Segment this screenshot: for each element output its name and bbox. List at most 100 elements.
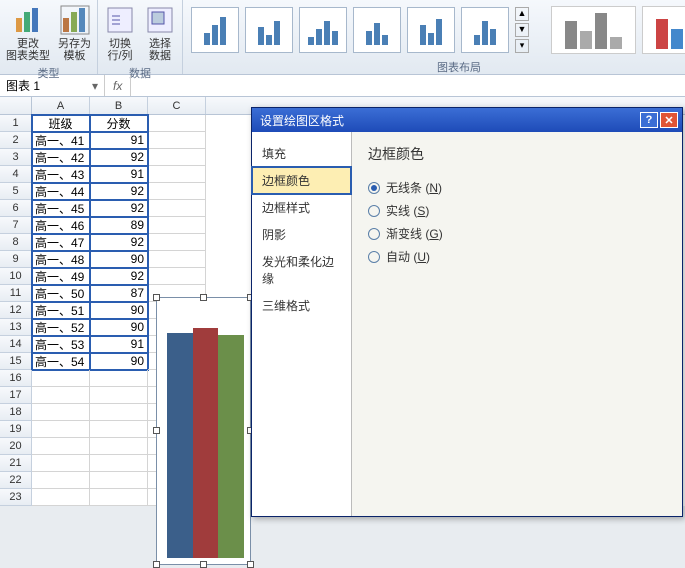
chart-style-preview[interactable] [642, 6, 685, 54]
select-all-corner[interactable] [0, 97, 32, 115]
dialog-nav-item[interactable]: 三维格式 [252, 292, 351, 319]
cell[interactable]: 90 [90, 251, 148, 268]
cell[interactable]: 高一、50 [32, 285, 90, 302]
row-header[interactable]: 9 [0, 251, 32, 268]
dialog-nav-item[interactable]: 阴影 [252, 221, 351, 248]
cell[interactable] [90, 455, 148, 472]
cell[interactable]: 91 [90, 336, 148, 353]
cell[interactable] [148, 115, 206, 132]
row-header[interactable]: 12 [0, 302, 32, 319]
gallery-scroll-down[interactable]: ▼ [515, 23, 529, 37]
layout-option[interactable] [461, 7, 509, 53]
cell[interactable]: 高一、48 [32, 251, 90, 268]
name-box[interactable]: 图表 1 ▾ [0, 75, 105, 96]
cell[interactable]: 高一、54 [32, 353, 90, 370]
save-as-template-button[interactable]: 另存为 模板 [56, 2, 93, 64]
cell[interactable] [32, 387, 90, 404]
cell[interactable]: 87 [90, 285, 148, 302]
row-header[interactable]: 7 [0, 217, 32, 234]
cell[interactable]: 分数 [90, 115, 148, 132]
radio-option[interactable]: 自动 (U) [368, 245, 666, 268]
layout-option[interactable] [299, 7, 347, 53]
cell[interactable]: 90 [90, 319, 148, 336]
cell[interactable] [32, 489, 90, 506]
change-chart-type-button[interactable]: 更改 图表类型 [4, 2, 52, 64]
dialog-nav-item[interactable]: 发光和柔化边缘 [252, 248, 351, 292]
dialog-nav-item[interactable]: 边框样式 [252, 194, 351, 221]
cell[interactable]: 90 [90, 302, 148, 319]
cell[interactable] [32, 421, 90, 438]
cell[interactable]: 高一、46 [32, 217, 90, 234]
cell[interactable]: 高一、52 [32, 319, 90, 336]
radio-option[interactable]: 实线 (S) [368, 199, 666, 222]
cell[interactable]: 92 [90, 183, 148, 200]
select-data-button[interactable]: 选择数据 [142, 2, 178, 64]
cell[interactable] [148, 200, 206, 217]
cell[interactable] [32, 404, 90, 421]
row-header[interactable]: 17 [0, 387, 32, 404]
row-header[interactable]: 20 [0, 438, 32, 455]
cell[interactable] [148, 132, 206, 149]
chart-style-preview[interactable] [551, 6, 636, 54]
column-header[interactable]: A [32, 97, 90, 114]
cell[interactable] [148, 217, 206, 234]
cell[interactable] [90, 438, 148, 455]
row-header[interactable]: 11 [0, 285, 32, 302]
cell[interactable]: 高一、44 [32, 183, 90, 200]
close-button[interactable]: ✕ [660, 112, 678, 128]
dropdown-icon[interactable]: ▾ [92, 79, 98, 93]
cell[interactable]: 91 [90, 166, 148, 183]
dialog-nav-item[interactable]: 填充 [252, 140, 351, 167]
cell[interactable]: 92 [90, 200, 148, 217]
row-header[interactable]: 8 [0, 234, 32, 251]
cell[interactable]: 91 [90, 132, 148, 149]
cell[interactable] [32, 438, 90, 455]
switch-row-col-button[interactable]: 切换行/列 [102, 2, 138, 64]
row-header[interactable]: 13 [0, 319, 32, 336]
cell[interactable] [90, 387, 148, 404]
cell[interactable]: 高一、51 [32, 302, 90, 319]
cell[interactable]: 高一、47 [32, 234, 90, 251]
layout-option[interactable] [245, 7, 293, 53]
radio-option[interactable]: 无线条 (N) [368, 176, 666, 199]
cell[interactable] [90, 472, 148, 489]
cell[interactable]: 高一、43 [32, 166, 90, 183]
row-header[interactable]: 16 [0, 370, 32, 387]
cell[interactable]: 高一、45 [32, 200, 90, 217]
fx-label[interactable]: fx [105, 75, 131, 96]
row-header[interactable]: 14 [0, 336, 32, 353]
cell[interactable] [90, 404, 148, 421]
layout-option[interactable] [407, 7, 455, 53]
row-header[interactable]: 3 [0, 149, 32, 166]
row-header[interactable]: 22 [0, 472, 32, 489]
cell[interactable] [148, 149, 206, 166]
cell[interactable] [148, 234, 206, 251]
cell[interactable]: 高一、49 [32, 268, 90, 285]
cell[interactable] [90, 421, 148, 438]
cell[interactable]: 高一、42 [32, 149, 90, 166]
cell[interactable] [148, 166, 206, 183]
radio-option[interactable]: 渐变线 (G) [368, 222, 666, 245]
row-header[interactable]: 5 [0, 183, 32, 200]
row-header[interactable]: 10 [0, 268, 32, 285]
row-header[interactable]: 23 [0, 489, 32, 506]
cell[interactable] [32, 472, 90, 489]
cell[interactable] [32, 455, 90, 472]
row-header[interactable]: 2 [0, 132, 32, 149]
column-header[interactable]: B [90, 97, 148, 114]
row-header[interactable]: 19 [0, 421, 32, 438]
dialog-titlebar[interactable]: 设置绘图区格式 ? ✕ [252, 108, 682, 132]
row-header[interactable]: 1 [0, 115, 32, 132]
row-header[interactable]: 18 [0, 404, 32, 421]
cell[interactable]: 89 [90, 217, 148, 234]
cell[interactable] [90, 370, 148, 387]
cell[interactable]: 高一、53 [32, 336, 90, 353]
cell[interactable]: 班级 [32, 115, 90, 132]
row-header[interactable]: 6 [0, 200, 32, 217]
layout-option[interactable] [191, 7, 239, 53]
cell[interactable]: 92 [90, 268, 148, 285]
help-button[interactable]: ? [640, 112, 658, 128]
cell[interactable] [90, 489, 148, 506]
gallery-scroll-up[interactable]: ▲ [515, 7, 529, 21]
layout-option[interactable] [353, 7, 401, 53]
